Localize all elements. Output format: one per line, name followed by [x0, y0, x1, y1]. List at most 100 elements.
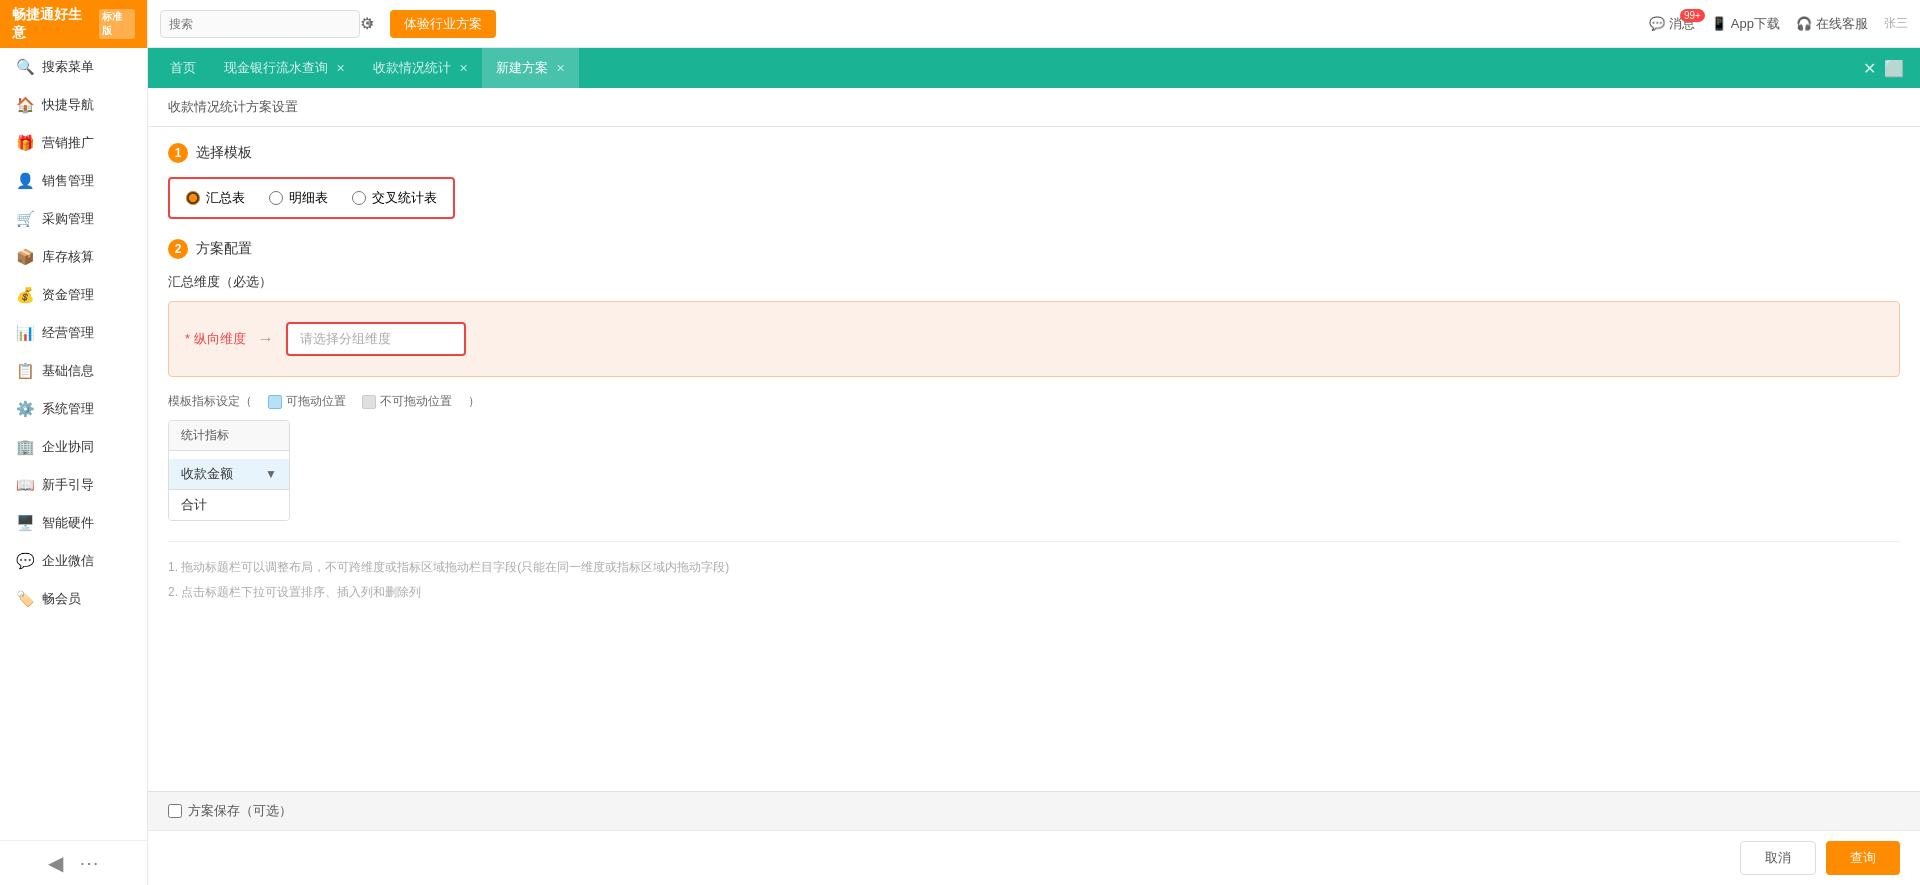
- topbar: ▼ ⚙ 体验行业方案 💬 消息 99+ 📱 App下载 🎧 在线客服 张三: [148, 0, 1920, 48]
- sidebar-item-guide[interactable]: 📖 新手引导: [0, 466, 147, 504]
- radio-summary[interactable]: 汇总表: [186, 189, 245, 207]
- sidebar-item-label: 库存核算: [42, 248, 94, 266]
- dimension-row-label: 纵向维度: [185, 330, 246, 348]
- page-body: 1 选择模板 汇总表 明细表 交叉统计表: [148, 127, 1920, 791]
- tab-bank-flow[interactable]: 现金银行流水查询 ✕: [210, 48, 359, 88]
- tag-icon: 🏷️: [16, 590, 34, 608]
- search-input[interactable]: [160, 10, 360, 38]
- save-checkbox[interactable]: [168, 804, 182, 818]
- sidebar-item-sales[interactable]: 👤 销售管理: [0, 162, 147, 200]
- tab-collection-close-icon[interactable]: ✕: [459, 62, 468, 75]
- tab-new-plan-close-icon[interactable]: ✕: [556, 62, 565, 75]
- sidebar-item-wechat[interactable]: 💬 企业微信: [0, 542, 147, 580]
- dimension-select[interactable]: 请选择分组维度: [286, 322, 466, 356]
- tab-collection-stats-label: 收款情况统计: [373, 59, 451, 77]
- sidebar-item-search-menu[interactable]: 🔍 搜索菜单: [0, 48, 147, 86]
- gift-icon: 🎁: [16, 134, 34, 152]
- step1-header: 1 选择模板: [168, 143, 1900, 163]
- dimension-config: 汇总维度（必选） 纵向维度 → 请选择分组维度: [168, 273, 1900, 377]
- sidebar: 畅捷通好生意 标准版 🔍 搜索菜单 🏠 快捷导航 🎁 营销推广 👤 销售管理 🛒…: [0, 0, 148, 885]
- tab-new-plan-label: 新建方案: [496, 59, 548, 77]
- sidebar-item-basic-info[interactable]: 📋 基础信息: [0, 352, 147, 390]
- service-label: 在线客服: [1816, 15, 1868, 33]
- sidebar-item-label: 搜索菜单: [42, 58, 94, 76]
- radio-summary-label: 汇总表: [206, 189, 245, 207]
- service-item[interactable]: 🎧 在线客服: [1796, 15, 1868, 33]
- metrics-header-row[interactable]: 收款金额 ▼: [169, 459, 289, 490]
- legend-movable-label: 可拖动位置: [286, 393, 346, 410]
- box-icon: 📦: [16, 248, 34, 266]
- close-win-icon[interactable]: ✕: [1863, 59, 1876, 78]
- dimension-arrow-icon: →: [258, 330, 274, 348]
- tab-new-plan[interactable]: 新建方案 ✕: [482, 48, 579, 88]
- user-name[interactable]: 张三: [1884, 15, 1908, 32]
- message-badge: 99+: [1680, 9, 1705, 22]
- sidebar-item-finance[interactable]: 💰 资金管理: [0, 276, 147, 314]
- radio-cross-input[interactable]: [352, 191, 366, 205]
- sidebar-item-quick-nav[interactable]: 🏠 快捷导航: [0, 86, 147, 124]
- search-icon: 🔍: [16, 58, 34, 76]
- gear-icon: ⚙️: [16, 400, 34, 418]
- radio-detail-label: 明细表: [289, 189, 328, 207]
- sidebar-item-label: 智能硬件: [42, 514, 94, 532]
- save-label: 方案保存（可选）: [188, 802, 292, 820]
- dimension-title: 汇总维度（必选）: [168, 273, 1900, 291]
- cart-icon: 🛒: [16, 210, 34, 228]
- sidebar-item-cooperation[interactable]: 🏢 企业协同: [0, 428, 147, 466]
- sidebar-item-hardware[interactable]: 🖥️ 智能硬件: [0, 504, 147, 542]
- tab-bank-flow-close-icon[interactable]: ✕: [336, 62, 345, 75]
- tab-home[interactable]: 首页: [156, 48, 210, 88]
- radio-summary-input[interactable]: [186, 191, 200, 205]
- cancel-button[interactable]: 取消: [1740, 841, 1816, 875]
- maximize-win-icon[interactable]: ⬜: [1884, 59, 1904, 78]
- step2-section: 2 方案配置 汇总维度（必选） 纵向维度 → 请选择分组维度: [168, 239, 1900, 602]
- trial-button[interactable]: 体验行业方案: [390, 10, 496, 38]
- chat-icon: 💬: [16, 552, 34, 570]
- dimension-row: 纵向维度 → 请选择分组维度: [185, 322, 1883, 356]
- download-item[interactable]: 📱 App下载: [1711, 15, 1780, 33]
- sidebar-settings-icon[interactable]: ⋯: [79, 851, 99, 875]
- query-button[interactable]: 查询: [1826, 841, 1900, 875]
- sidebar-item-marketing[interactable]: 🎁 营销推广: [0, 124, 147, 162]
- sidebar-item-inventory[interactable]: 📦 库存核算: [0, 238, 147, 276]
- tips-section: 1. 拖动标题栏可以调整布局，不可跨维度或指标区域拖动栏目字段(只能在同一维度或…: [168, 541, 1900, 602]
- sidebar-item-purchase[interactable]: 🛒 采购管理: [0, 200, 147, 238]
- template-selector: 汇总表 明细表 交叉统计表: [168, 177, 455, 219]
- download-icon: 📱: [1711, 16, 1727, 31]
- step1-section: 1 选择模板 汇总表 明细表 交叉统计表: [168, 143, 1900, 219]
- step2-number: 2: [168, 239, 188, 259]
- message-icon: 💬: [1649, 16, 1665, 31]
- sidebar-item-operations[interactable]: 📊 经营管理: [0, 314, 147, 352]
- service-icon: 🎧: [1796, 16, 1812, 31]
- tab-collection-stats[interactable]: 收款情况统计 ✕: [359, 48, 482, 88]
- footer-actions: 取消 查询: [1740, 841, 1900, 875]
- sidebar-item-label: 采购管理: [42, 210, 94, 228]
- radio-detail-input[interactable]: [269, 191, 283, 205]
- main-area: ▼ ⚙ 体验行业方案 💬 消息 99+ 📱 App下载 🎧 在线客服 张三 首页: [148, 0, 1920, 885]
- sidebar-item-system[interactable]: ⚙️ 系统管理: [0, 390, 147, 428]
- message-item[interactable]: 💬 消息 99+: [1649, 15, 1695, 33]
- radio-detail[interactable]: 明细表: [269, 189, 328, 207]
- metrics-header-chevron-icon[interactable]: ▼: [265, 467, 277, 481]
- radio-cross[interactable]: 交叉统计表: [352, 189, 437, 207]
- window-controls: ✕ ⬜: [1863, 59, 1912, 78]
- monitor-icon: 🖥️: [16, 514, 34, 532]
- breadcrumb-text: 收款情况统计方案设置: [168, 99, 298, 114]
- metrics-total-label: 合计: [181, 497, 207, 512]
- app-version: 标准版: [99, 9, 135, 39]
- chart-icon: 📊: [16, 324, 34, 342]
- legend-close-paren: ）: [468, 393, 480, 410]
- tab-bank-flow-label: 现金银行流水查询: [224, 59, 328, 77]
- movable-indicator: [268, 395, 282, 409]
- settings-icon[interactable]: ⚙: [360, 14, 374, 33]
- sidebar-item-label: 企业微信: [42, 552, 94, 570]
- metrics-legend: 模板指标设定（ 可拖动位置 不可拖动位置 ）: [168, 393, 1900, 410]
- sidebar-item-label: 系统管理: [42, 400, 94, 418]
- step2-header: 2 方案配置: [168, 239, 1900, 259]
- sidebar-collapse-icon[interactable]: ◀: [48, 851, 63, 875]
- money-icon: 💰: [16, 286, 34, 304]
- save-checkbox-label[interactable]: 方案保存（可选）: [168, 802, 1900, 820]
- metrics-total-row: 合计: [169, 490, 289, 520]
- sidebar-item-label: 营销推广: [42, 134, 94, 152]
- sidebar-item-member[interactable]: 🏷️ 畅会员: [0, 580, 147, 618]
